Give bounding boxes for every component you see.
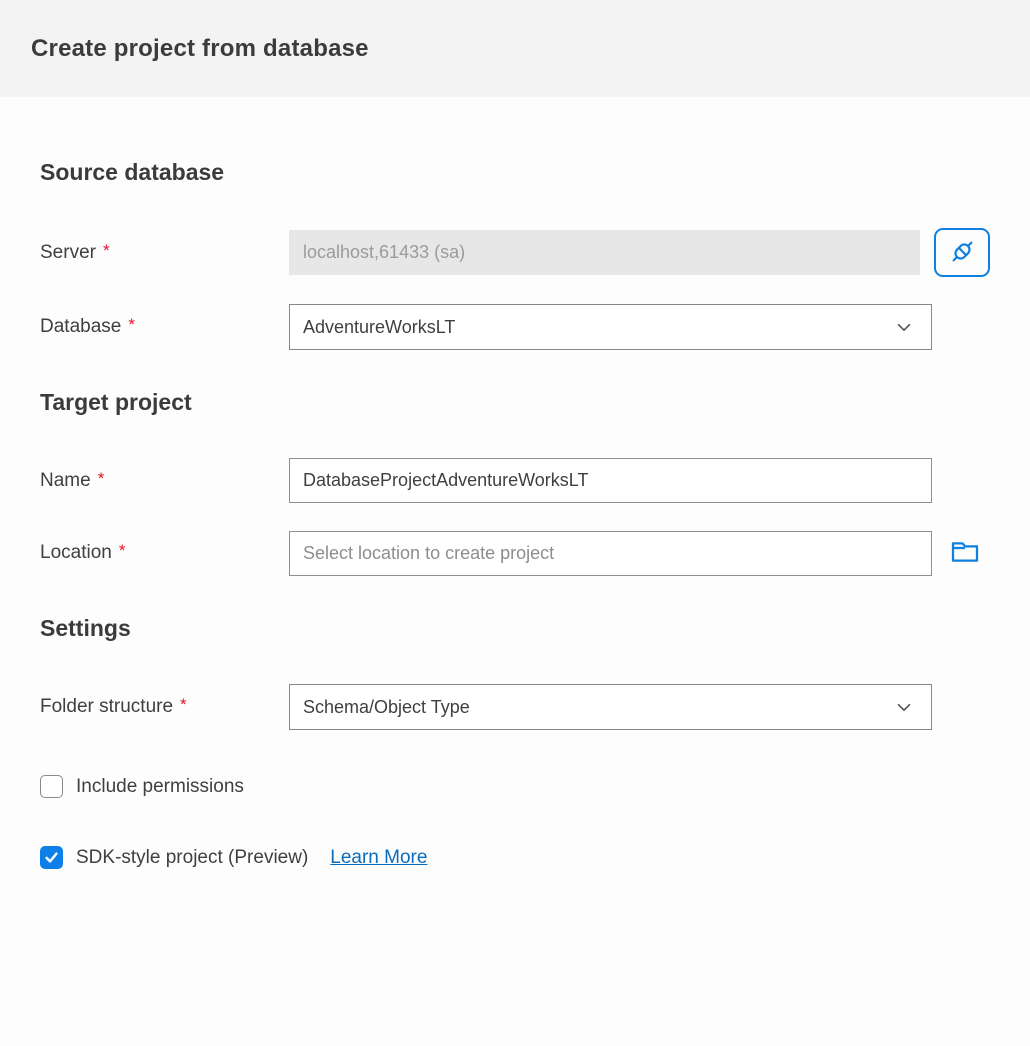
- database-row: Database* AdventureWorksLT: [40, 304, 990, 350]
- sdk-style-project-checkbox[interactable]: [40, 846, 63, 869]
- folder-structure-label: Folder structure*: [40, 696, 289, 718]
- include-permissions-label: Include permissions: [76, 776, 244, 798]
- project-name-label: Name*: [40, 470, 289, 492]
- project-location-row: Location*: [40, 530, 990, 576]
- dialog-header: Create project from database: [0, 0, 1030, 97]
- folder-structure-row: Folder structure* Schema/Object Type: [40, 684, 990, 730]
- folder-structure-dropdown-value: Schema/Object Type: [303, 697, 470, 718]
- include-permissions-row: Include permissions: [40, 775, 990, 798]
- required-asterisk: *: [103, 241, 110, 260]
- chevron-down-icon: [893, 696, 915, 718]
- sdk-style-project-row: SDK-style project (Preview) Learn More: [40, 846, 990, 869]
- folder-icon: [949, 536, 981, 571]
- required-asterisk: *: [128, 315, 135, 334]
- required-asterisk: *: [180, 695, 187, 714]
- plug-icon: [947, 236, 978, 270]
- learn-more-link[interactable]: Learn More: [330, 847, 427, 869]
- sdk-style-project-label: SDK-style project (Preview): [76, 847, 308, 869]
- required-asterisk: *: [98, 469, 105, 488]
- browse-location-button[interactable]: [942, 530, 988, 576]
- connect-server-button[interactable]: [934, 228, 990, 277]
- dialog-content: Source database Server* Database*: [0, 97, 1030, 909]
- required-asterisk: *: [119, 541, 126, 560]
- server-label: Server*: [40, 242, 289, 264]
- section-heading-source-database: Source database: [40, 159, 990, 186]
- section-heading-target-project: Target project: [40, 389, 990, 416]
- database-dropdown-value: AdventureWorksLT: [303, 317, 455, 338]
- project-name-row: Name*: [40, 458, 990, 503]
- server-row: Server*: [40, 228, 990, 277]
- database-label: Database*: [40, 316, 289, 338]
- folder-structure-dropdown[interactable]: Schema/Object Type: [289, 684, 932, 730]
- chevron-down-icon: [893, 316, 915, 338]
- section-heading-settings: Settings: [40, 615, 990, 642]
- database-dropdown[interactable]: AdventureWorksLT: [289, 304, 932, 350]
- project-name-input[interactable]: [289, 458, 932, 503]
- include-permissions-checkbox[interactable]: [40, 775, 63, 798]
- server-input: [289, 230, 920, 275]
- dialog-title: Create project from database: [31, 35, 369, 63]
- project-location-label: Location*: [40, 542, 289, 564]
- project-location-input[interactable]: [289, 531, 932, 576]
